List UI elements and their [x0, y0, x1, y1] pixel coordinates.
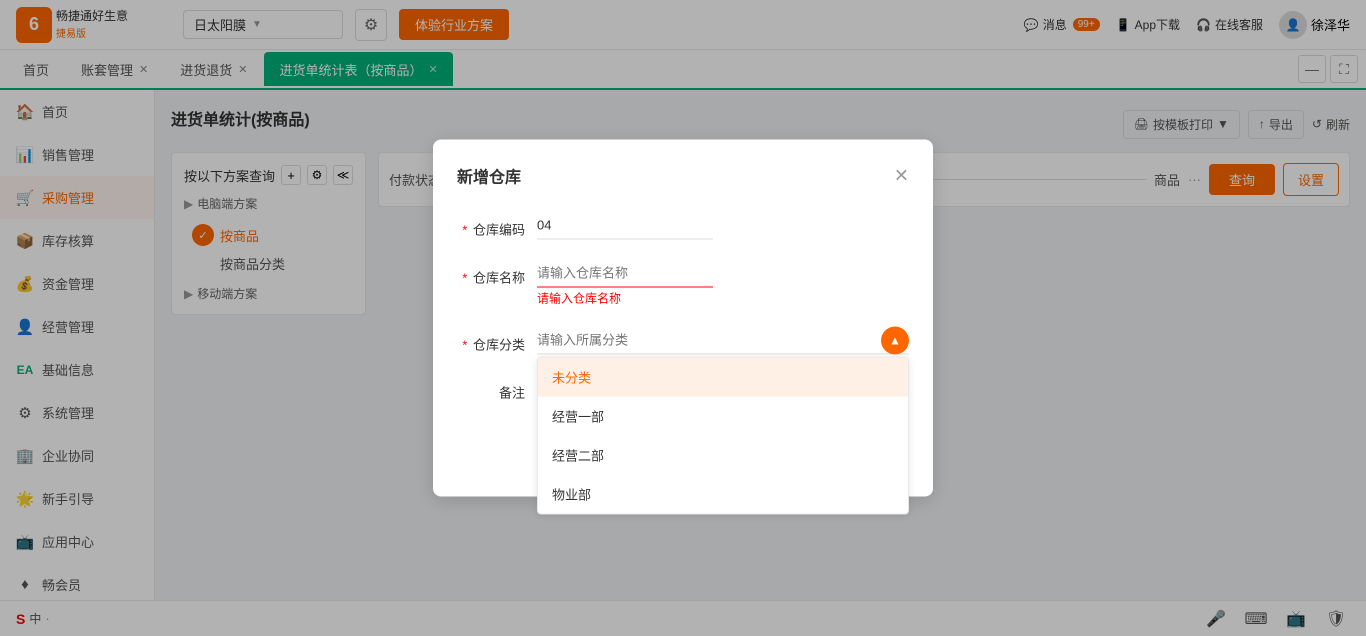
required-marker-2: * [462, 271, 467, 286]
warehouse-name-label: * 仓库名称 [457, 260, 537, 287]
warehouse-category-row: * 仓库分类 ▲ 未分类 经营一部 经营二部 物业部 [457, 327, 909, 355]
category-dropdown-list: 未分类 经营一部 经营二部 物业部 [537, 357, 909, 515]
warehouse-name-error: 请输入仓库名称 [537, 290, 909, 307]
warehouse-code-input[interactable] [537, 212, 713, 240]
dropdown-item-dept2[interactable]: 经营二部 [538, 436, 908, 475]
warehouse-code-row: * 仓库编码 [457, 212, 909, 240]
warehouse-code-label: * 仓库编码 [457, 212, 537, 239]
warehouse-code-input-wrapper [537, 212, 909, 240]
required-marker: * [462, 223, 467, 238]
warehouse-category-label: * 仓库分类 [457, 327, 537, 354]
category-input[interactable] [537, 327, 909, 355]
required-marker-3: * [462, 338, 467, 353]
modal-header: 新增仓库 ✕ [457, 164, 909, 188]
dropdown-item-dept1[interactable]: 经营一部 [538, 397, 908, 436]
warehouse-name-input[interactable] [537, 260, 713, 288]
category-dropdown-toggle[interactable]: ▲ [881, 327, 909, 355]
dropdown-item-unclassified[interactable]: 未分类 [538, 358, 908, 397]
modal-title: 新增仓库 [457, 164, 521, 188]
add-warehouse-modal: 新增仓库 ✕ * 仓库编码 * 仓库名称 请输入仓库名称 * 仓库分类 ▲ [433, 140, 933, 497]
warehouse-name-row: * 仓库名称 请输入仓库名称 [457, 260, 909, 307]
category-dropdown-wrapper: ▲ 未分类 经营一部 经营二部 物业部 [537, 327, 909, 355]
dropdown-item-dept3[interactable]: 物业部 [538, 475, 908, 514]
warehouse-name-input-wrapper: 请输入仓库名称 [537, 260, 909, 307]
notes-label: 备注 [457, 375, 537, 402]
modal-close-btn[interactable]: ✕ [894, 165, 909, 186]
